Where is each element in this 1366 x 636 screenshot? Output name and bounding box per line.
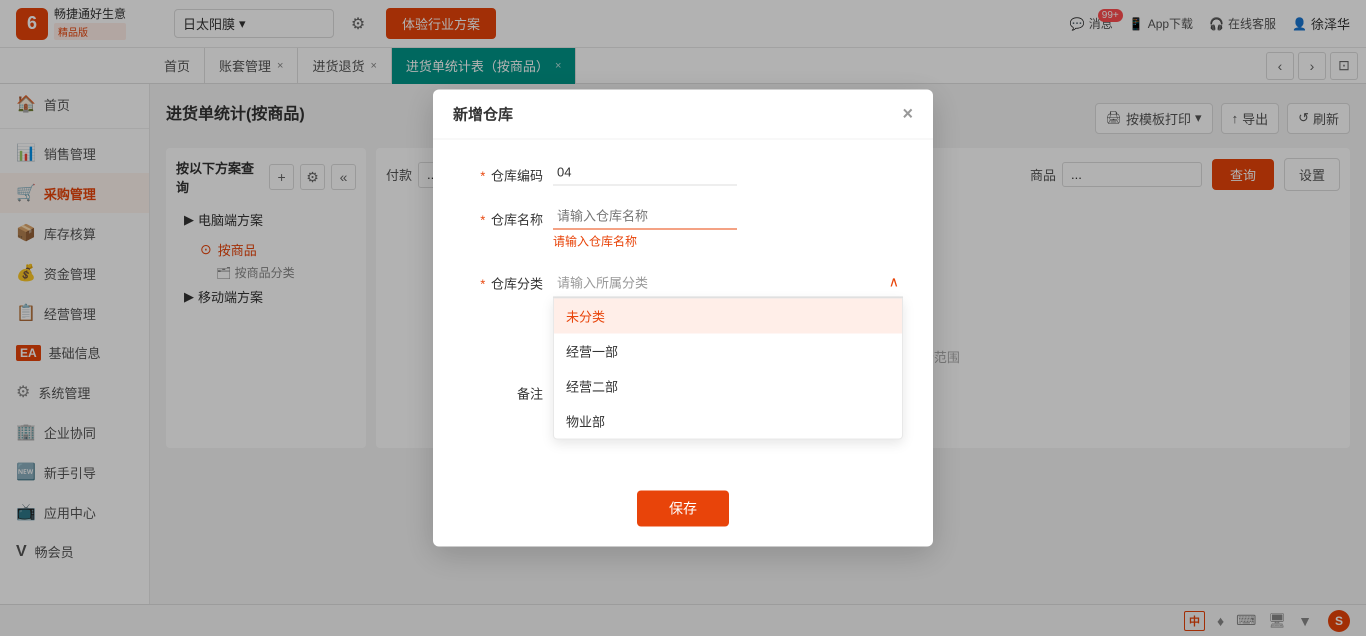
code-label: * 仓库编码: [463, 160, 553, 185]
category-arrow-icon: ∧: [889, 274, 899, 291]
category-select-wrap: 请输入所属分类 ∧ 未分类 经营一部 经营二部 物业部: [553, 268, 903, 298]
name-label: * 仓库名称: [463, 204, 553, 229]
category-placeholder: 请输入所属分类: [557, 273, 648, 292]
name-input[interactable]: [553, 204, 737, 230]
category-select[interactable]: 请输入所属分类 ∧: [553, 268, 903, 298]
dropdown-item-dept3[interactable]: 物业部: [554, 404, 902, 439]
form-row-category: * 仓库分类 请输入所属分类 ∧ 未分类 经营一部 经营二部 物业部: [463, 268, 903, 298]
save-button[interactable]: 保存: [637, 491, 729, 527]
dropdown-item-dept2[interactable]: 经营二部: [554, 369, 902, 404]
name-error-msg: 请输入仓库名称: [553, 233, 637, 250]
form-row-name: * 仓库名称 请输入仓库名称: [463, 204, 903, 250]
dialog-body: * 仓库编码 * 仓库名称 请输入仓库名称 *: [433, 140, 933, 479]
form-row-code: * 仓库编码: [463, 160, 903, 186]
dialog-close-button[interactable]: ×: [902, 104, 913, 125]
code-input[interactable]: [553, 160, 737, 186]
dialog-footer: 保存: [433, 479, 933, 547]
add-warehouse-dialog: 新增仓库 × * 仓库编码 * 仓库名称 请输入仓: [433, 90, 933, 547]
category-label: * 仓库分类: [463, 268, 553, 293]
code-input-wrap: [553, 160, 903, 186]
dialog-title: 新增仓库: [453, 104, 513, 125]
notes-label: 备注: [463, 378, 553, 403]
dropdown-item-uncategorized[interactable]: 未分类: [554, 299, 902, 334]
name-input-wrap: [553, 204, 903, 230]
dialog-header: 新增仓库 ×: [433, 90, 933, 140]
category-dropdown: 未分类 经营一部 经营二部 物业部: [553, 298, 903, 440]
dropdown-item-dept1[interactable]: 经营一部: [554, 334, 902, 369]
